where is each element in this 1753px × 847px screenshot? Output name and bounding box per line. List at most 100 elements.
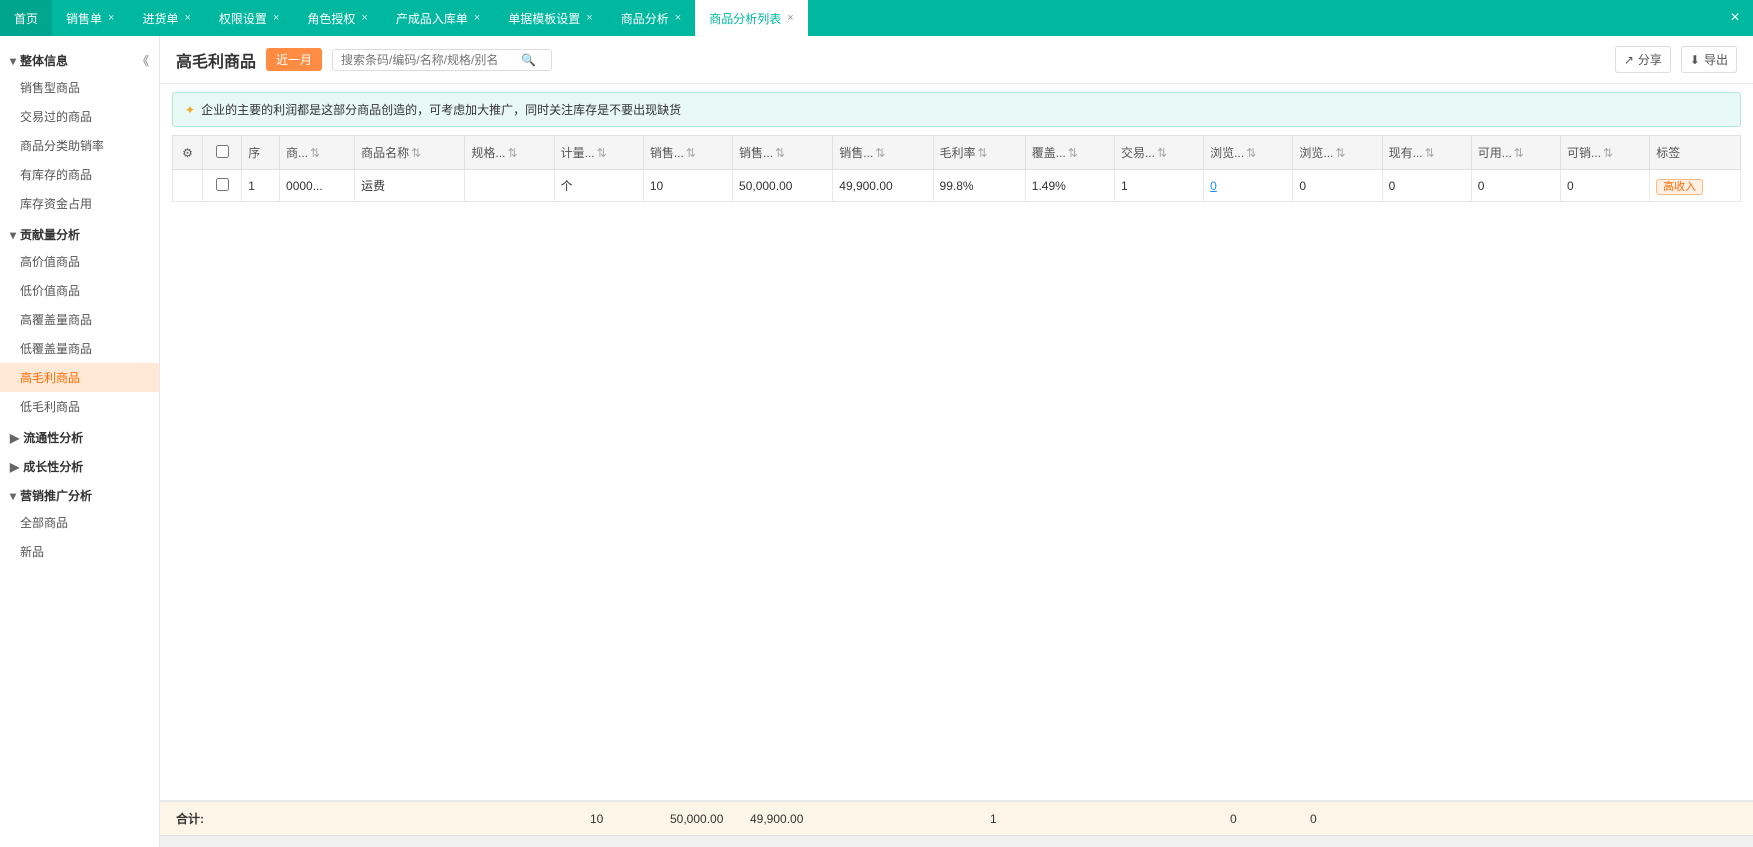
sidebar-item-high-coverage[interactable]: 高覆盖量商品: [0, 305, 159, 334]
sales-cost-column-header[interactable]: 销售...⇅: [833, 136, 933, 170]
coverage-column-header[interactable]: 覆盖...⇅: [1025, 136, 1114, 170]
row-checkbox-cell[interactable]: [203, 170, 242, 202]
arrow-contribution-icon: ▾: [10, 228, 16, 242]
row-checkbox[interactable]: [216, 178, 229, 191]
sales-qty-cell: 10: [643, 170, 732, 202]
sidebar-collapse-icon[interactable]: 《: [137, 52, 149, 69]
nav-close-analysis-list[interactable]: ×: [787, 12, 793, 24]
sidebar-item-high-margin[interactable]: 高毛利商品: [0, 363, 159, 392]
total-empty-1: [224, 812, 254, 826]
checkbox-column-header[interactable]: [203, 136, 242, 170]
sidebar-item-low-margin[interactable]: 低毛利商品: [0, 392, 159, 421]
nav-close-template[interactable]: ×: [586, 12, 592, 24]
arrow-growth-icon: ▶: [10, 460, 19, 474]
saleable-stock-cell: 0: [1560, 170, 1649, 202]
nav-template-settings[interactable]: 单据模板设置 ×: [494, 0, 606, 36]
page-title: 高毛利商品: [176, 48, 256, 72]
total-gross-margin: [824, 812, 904, 826]
sidebar-group-contribution[interactable]: ▾ 贡献量分析: [0, 218, 159, 247]
table-header-row: ⚙ 序 商...⇅ 商品名称⇅ 规格...⇅ 计量...⇅ 销售...⇅ 销售.…: [173, 136, 1741, 170]
total-trade: 1: [984, 812, 1064, 826]
sidebar-item-low-coverage[interactable]: 低覆盖量商品: [0, 334, 159, 363]
unit-cell: 个: [554, 170, 643, 202]
current-stock-column-header[interactable]: 现有...⇅: [1382, 136, 1471, 170]
horizontal-scrollbar[interactable]: [160, 835, 1753, 847]
gross-margin-column-header[interactable]: 毛利率⇅: [933, 136, 1025, 170]
sales-qty-column-header[interactable]: 销售...⇅: [643, 136, 732, 170]
index-column-header: 序: [242, 136, 280, 170]
total-empty-2: [254, 812, 284, 826]
sidebar-item-stock-capital[interactable]: 库存资金占用: [0, 189, 159, 218]
nav-role-auth[interactable]: 角色授权 ×: [293, 0, 381, 36]
search-icon[interactable]: 🔍: [521, 53, 536, 67]
nav-close-sales-order[interactable]: ×: [108, 12, 114, 24]
trade-column-header[interactable]: 交易...⇅: [1114, 136, 1203, 170]
sidebar-item-category-rate[interactable]: 商品分类助销率: [0, 131, 159, 160]
filter-recent-month-button[interactable]: 近一月: [266, 48, 322, 71]
total-values: 10 50,000.00 49,900.00 1 0 0: [224, 812, 1384, 826]
code-column-header[interactable]: 商...⇅: [280, 136, 355, 170]
spec-column-header[interactable]: 规格...⇅: [465, 136, 554, 170]
nav-close-warehouse[interactable]: ×: [474, 12, 480, 24]
tag-cell: 高收入: [1650, 170, 1741, 202]
nav-close-window[interactable]: ×: [1717, 0, 1753, 36]
nav-close-analysis[interactable]: ×: [675, 12, 681, 24]
browse2-column-header[interactable]: 浏览...⇅: [1293, 136, 1382, 170]
select-all-checkbox[interactable]: [216, 145, 229, 158]
sidebar-group-overall[interactable]: ▾ 整体信息 《: [0, 44, 159, 73]
browse2-cell: 0: [1293, 170, 1382, 202]
nav-sales-order[interactable]: 销售单 ×: [52, 0, 128, 36]
tag-column-header: 标签: [1650, 136, 1741, 170]
nav-close-purchase-order[interactable]: ×: [184, 12, 190, 24]
total-available-stock: 0: [1304, 812, 1384, 826]
nav-product-analysis-list[interactable]: 商品分析列表 ×: [695, 0, 807, 36]
nav-close-role[interactable]: ×: [361, 12, 367, 24]
main-layout: ▾ 整体信息 《 销售型商品 交易过的商品 商品分类助销率 有库存的商品 库存资…: [0, 36, 1753, 847]
code-cell: 0000...: [280, 170, 355, 202]
share-button[interactable]: ↗ 分享: [1615, 46, 1671, 73]
sidebar-item-sales-goods[interactable]: 销售型商品: [0, 73, 159, 102]
total-sales-qty: 10: [584, 812, 664, 826]
info-banner: ✦ 企业的主要的利润都是这部分商品创造的，可考虑加大推广，同时关注库存是不要出现…: [172, 92, 1741, 127]
export-button[interactable]: ⬇ 导出: [1681, 46, 1737, 73]
total-browse1: [1064, 812, 1144, 826]
sidebar-item-traded-goods[interactable]: 交易过的商品: [0, 102, 159, 131]
nav-permission-settings[interactable]: 权限设置 ×: [205, 0, 293, 36]
available-stock-column-header[interactable]: 可用...⇅: [1471, 136, 1560, 170]
nav-product-analysis[interactable]: 商品分析 ×: [607, 0, 695, 36]
sidebar-item-low-value[interactable]: 低价值商品: [0, 276, 159, 305]
arrow-marketing-icon: ▾: [10, 489, 16, 503]
unit-column-header[interactable]: 计量...⇅: [554, 136, 643, 170]
export-icon: ⬇: [1690, 53, 1700, 67]
current-stock-cell: 0: [1382, 170, 1471, 202]
content-header: 高毛利商品 近一月 🔍 ↗ 分享 ⬇ 导出: [160, 36, 1753, 84]
sidebar-item-new-goods[interactable]: 新品: [0, 537, 159, 566]
arrow-overall-icon: ▾: [10, 54, 16, 68]
sales-amount-cell: 50,000.00: [733, 170, 833, 202]
gear-cell: [173, 170, 203, 202]
sidebar-group-marketing[interactable]: ▾ 营销推广分析: [0, 479, 159, 508]
nav-home[interactable]: 首页: [0, 0, 52, 36]
data-table-wrapper: ⚙ 序 商...⇅ 商品名称⇅ 规格...⇅ 计量...⇅ 销售...⇅ 销售.…: [160, 135, 1753, 800]
gear-column-header[interactable]: ⚙: [173, 136, 203, 170]
sidebar: ▾ 整体信息 《 销售型商品 交易过的商品 商品分类助销率 有库存的商品 库存资…: [0, 36, 160, 847]
browse1-cell[interactable]: 0: [1204, 170, 1293, 202]
sidebar-group-growth[interactable]: ▶ 成长性分析: [0, 450, 159, 479]
nav-product-warehouse[interactable]: 产成品入库单 ×: [382, 0, 494, 36]
nav-purchase-order[interactable]: 进货单 ×: [128, 0, 204, 36]
sales-amount-column-header[interactable]: 销售...⇅: [733, 136, 833, 170]
trade-cell: 1: [1114, 170, 1203, 202]
sidebar-group-circulation[interactable]: ▶ 流通性分析: [0, 421, 159, 450]
sidebar-item-high-value[interactable]: 高价值商品: [0, 247, 159, 276]
coverage-cell: 1.49%: [1025, 170, 1114, 202]
total-current-stock: 0: [1224, 812, 1304, 826]
name-column-header[interactable]: 商品名称⇅: [355, 136, 465, 170]
search-input[interactable]: [341, 53, 521, 67]
total-coverage: [904, 812, 984, 826]
sidebar-item-all-goods[interactable]: 全部商品: [0, 508, 159, 537]
browse1-column-header[interactable]: 浏览...⇅: [1204, 136, 1293, 170]
tag-badge: 高收入: [1656, 179, 1703, 195]
sidebar-item-in-stock-goods[interactable]: 有库存的商品: [0, 160, 159, 189]
saleable-stock-column-header[interactable]: 可销...⇅: [1560, 136, 1649, 170]
nav-close-permission[interactable]: ×: [273, 12, 279, 24]
